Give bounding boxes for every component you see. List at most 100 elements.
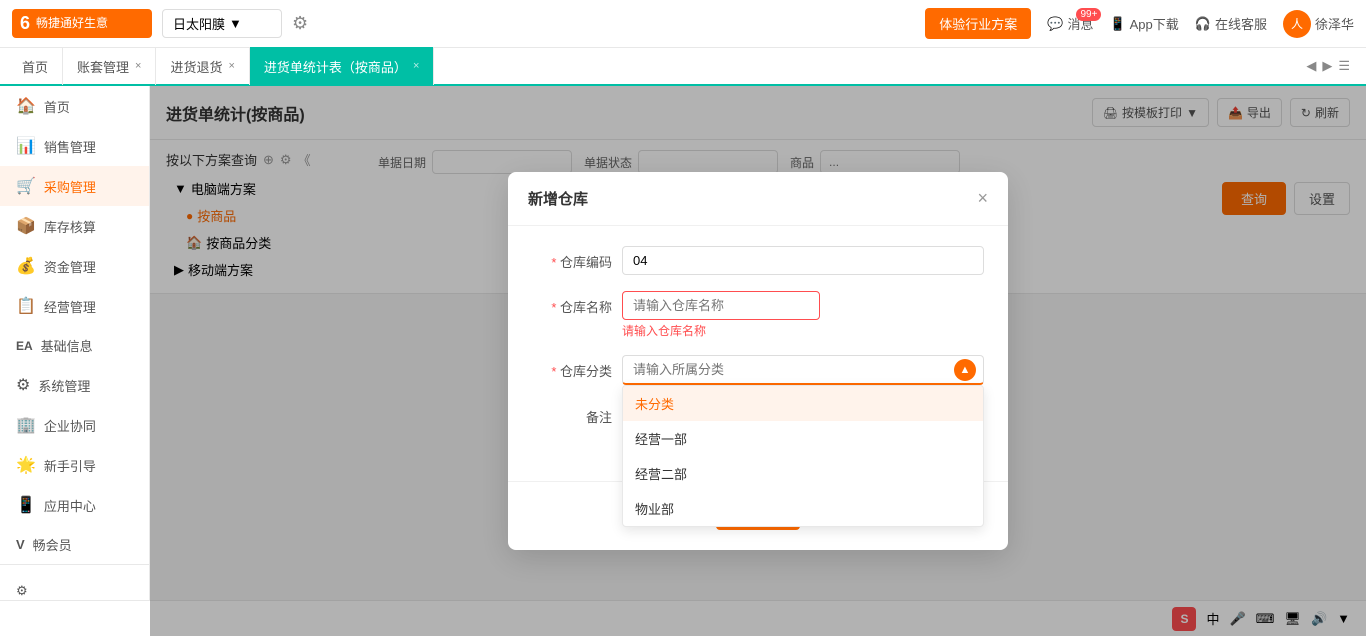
tab-purchase-return-label: 进货退货 — [170, 57, 222, 76]
sidebar-item-guide[interactable]: 🌟 新手引导 — [0, 445, 149, 485]
name-error-msg: 请输入仓库名称 — [622, 322, 984, 339]
logo-icon: 6 — [20, 13, 30, 34]
headset-icon: 🎧 — [1195, 16, 1211, 32]
operations-icon: 📋 — [16, 296, 36, 316]
chevron-down-icon: ▼ — [229, 16, 242, 31]
app-download-item[interactable]: 📱 App下载 — [1109, 14, 1178, 33]
category-option-dept1[interactable]: 经营一部 — [623, 421, 983, 456]
sales-icon: 📊 — [16, 136, 36, 156]
settings-bottom-icon: ⚙ — [16, 583, 28, 599]
sidebar-item-inventory[interactable]: 📦 库存核算 — [0, 206, 149, 246]
dialog-body: 仓库编码 仓库名称 请输入仓库名称 仓库分类 — [508, 226, 1008, 481]
category-label: 仓库分类 — [532, 355, 612, 380]
basic-info-icon: EA — [16, 339, 33, 353]
sidebar-guide-label: 新手引导 — [44, 456, 96, 475]
tab-accounts-label: 账套管理 — [77, 57, 129, 76]
tab-close-purchase-stat[interactable]: × — [413, 60, 419, 72]
tab-close-accounts[interactable]: × — [135, 60, 141, 72]
dialog-close-button[interactable]: × — [977, 188, 988, 209]
guide-icon: 🌟 — [16, 455, 36, 475]
category-dropdown: ▲ 未分类 经营一部 经营二部 物业部 — [622, 355, 984, 385]
message-icon: 💬 — [1047, 16, 1063, 32]
name-label: 仓库名称 — [532, 291, 612, 316]
dialog-title: 新增仓库 — [528, 188, 588, 209]
sidebar-sales-label: 销售管理 — [44, 137, 96, 156]
tab-home[interactable]: 首页 — [8, 47, 63, 85]
tab-next-icon[interactable]: ▶ — [1322, 58, 1332, 74]
tab-bar: 首页 账套管理 × 进货退货 × 进货单统计表（按商品） × ◀ ▶ ☰ — [0, 48, 1366, 86]
tab-close-purchase-return[interactable]: × — [228, 60, 234, 72]
trial-button[interactable]: 体验行业方案 — [925, 8, 1031, 39]
dropdown-arrow-icon[interactable]: ▲ — [954, 359, 976, 381]
sidebar-item-sales[interactable]: 📊 销售管理 — [0, 126, 149, 166]
enterprise-icon: 🏢 — [16, 415, 36, 435]
note-label: 备注 — [532, 401, 612, 426]
sidebar-item-finance[interactable]: 💰 资金管理 — [0, 246, 149, 286]
form-row-category: 仓库分类 ▲ 未分类 经营一部 经营二部 物业部 — [532, 355, 984, 385]
sidebar-system-label: 系统管理 — [38, 376, 90, 395]
gear-icon[interactable]: ⚙ — [292, 13, 308, 34]
message-item[interactable]: 💬 消息 99+ — [1047, 14, 1093, 33]
category-dropdown-list: 未分类 经营一部 经营二部 物业部 — [622, 385, 984, 527]
phone-icon: 📱 — [1109, 16, 1125, 32]
dropdown-input-row: ▲ — [622, 355, 984, 385]
system-icon: ⚙ — [16, 375, 30, 395]
tab-menu-icon[interactable]: ☰ — [1338, 58, 1350, 74]
home-icon: 🏠 — [16, 96, 36, 116]
sidebar-item-operations[interactable]: 📋 经营管理 — [0, 286, 149, 326]
sidebar-inventory-label: 库存核算 — [44, 217, 96, 236]
dialog-overlay: 新增仓库 × 仓库编码 仓库名称 请输入仓库名称 — [150, 86, 1366, 636]
membership-icon: V — [16, 537, 25, 552]
sidebar-finance-label: 资金管理 — [44, 257, 96, 276]
store-selector[interactable]: 日太阳膜 ▼ — [162, 9, 282, 38]
logo-text: 畅捷通好生意 — [36, 16, 108, 32]
app-download-label: App下载 — [1130, 14, 1179, 33]
sidebar-item-enterprise[interactable]: 🏢 企业协同 — [0, 405, 149, 445]
tab-controls: ◀ ▶ ☰ — [1298, 58, 1358, 74]
avatar: 人 — [1283, 10, 1311, 38]
code-label: 仓库编码 — [532, 246, 612, 271]
sidebar-basic-info-label: 基础信息 — [41, 336, 93, 355]
sidebar-item-home[interactable]: 🏠 首页 — [0, 86, 149, 126]
apps-icon: 📱 — [16, 495, 36, 515]
top-bar-actions: 体验行业方案 💬 消息 99+ 📱 App下载 🎧 在线客服 人 徐泽华 — [925, 8, 1354, 39]
online-service-item[interactable]: 🎧 在线客服 — [1195, 14, 1267, 33]
code-input[interactable] — [622, 246, 984, 275]
top-bar: 6 畅捷通好生意 日太阳膜 ▼ ⚙ 体验行业方案 💬 消息 99+ 📱 App下… — [0, 0, 1366, 48]
tab-purchase-stat[interactable]: 进货单统计表（按商品） × — [250, 47, 434, 85]
sidebar-purchase-label: 采购管理 — [44, 177, 96, 196]
sidebar-membership-label: 畅会员 — [33, 535, 72, 554]
category-option-dept3[interactable]: 物业部 — [623, 491, 983, 526]
finance-icon: 💰 — [16, 256, 36, 276]
inventory-icon: 📦 — [16, 216, 36, 236]
purchase-icon: 🛒 — [16, 176, 36, 196]
sidebar-item-purchase[interactable]: 🛒 采购管理 — [0, 166, 149, 206]
user-item[interactable]: 人 徐泽华 — [1283, 10, 1354, 38]
logo: 6 畅捷通好生意 — [12, 9, 152, 38]
sidebar-item-system[interactable]: ⚙ 系统管理 — [0, 365, 149, 405]
tab-prev-icon[interactable]: ◀ — [1306, 58, 1316, 74]
sidebar-item-basic-info[interactable]: EA 基础信息 — [0, 326, 149, 365]
store-name: 日太阳膜 — [173, 14, 225, 33]
tab-purchase-return[interactable]: 进货退货 × — [156, 47, 249, 85]
username: 徐泽华 — [1315, 14, 1354, 33]
form-row-name: 仓库名称 请输入仓库名称 — [532, 291, 984, 339]
category-input[interactable] — [622, 355, 984, 385]
dialog-header: 新增仓库 × — [508, 172, 1008, 226]
sidebar: 🏠 首页 📊 销售管理 🛒 采购管理 📦 库存核算 💰 资金管理 📋 经营管理 … — [0, 86, 150, 636]
category-option-unclassified[interactable]: 未分类 — [623, 386, 983, 421]
sidebar-item-apps[interactable]: 📱 应用中心 — [0, 485, 149, 525]
sidebar-apps-label: 应用中心 — [44, 496, 96, 515]
message-badge: 99+ — [1076, 8, 1101, 21]
content-area: 进货单统计(按商品) 🖨 按模板打印 ▼ 📤 导出 ↻ 刷新 — [150, 86, 1366, 636]
sidebar-item-membership[interactable]: V 畅会员 — [0, 525, 149, 564]
tab-accounts[interactable]: 账套管理 × — [63, 47, 156, 85]
name-input[interactable] — [622, 291, 820, 320]
home-tab-label: 首页 — [22, 57, 48, 76]
dialog: 新增仓库 × 仓库编码 仓库名称 请输入仓库名称 — [508, 172, 1008, 550]
sidebar-enterprise-label: 企业协同 — [44, 416, 96, 435]
sidebar-home-label: 首页 — [44, 97, 70, 116]
main-layout: 🏠 首页 📊 销售管理 🛒 采购管理 📦 库存核算 💰 资金管理 📋 经营管理 … — [0, 86, 1366, 636]
sidebar-operations-label: 经营管理 — [44, 297, 96, 316]
category-option-dept2[interactable]: 经营二部 — [623, 456, 983, 491]
